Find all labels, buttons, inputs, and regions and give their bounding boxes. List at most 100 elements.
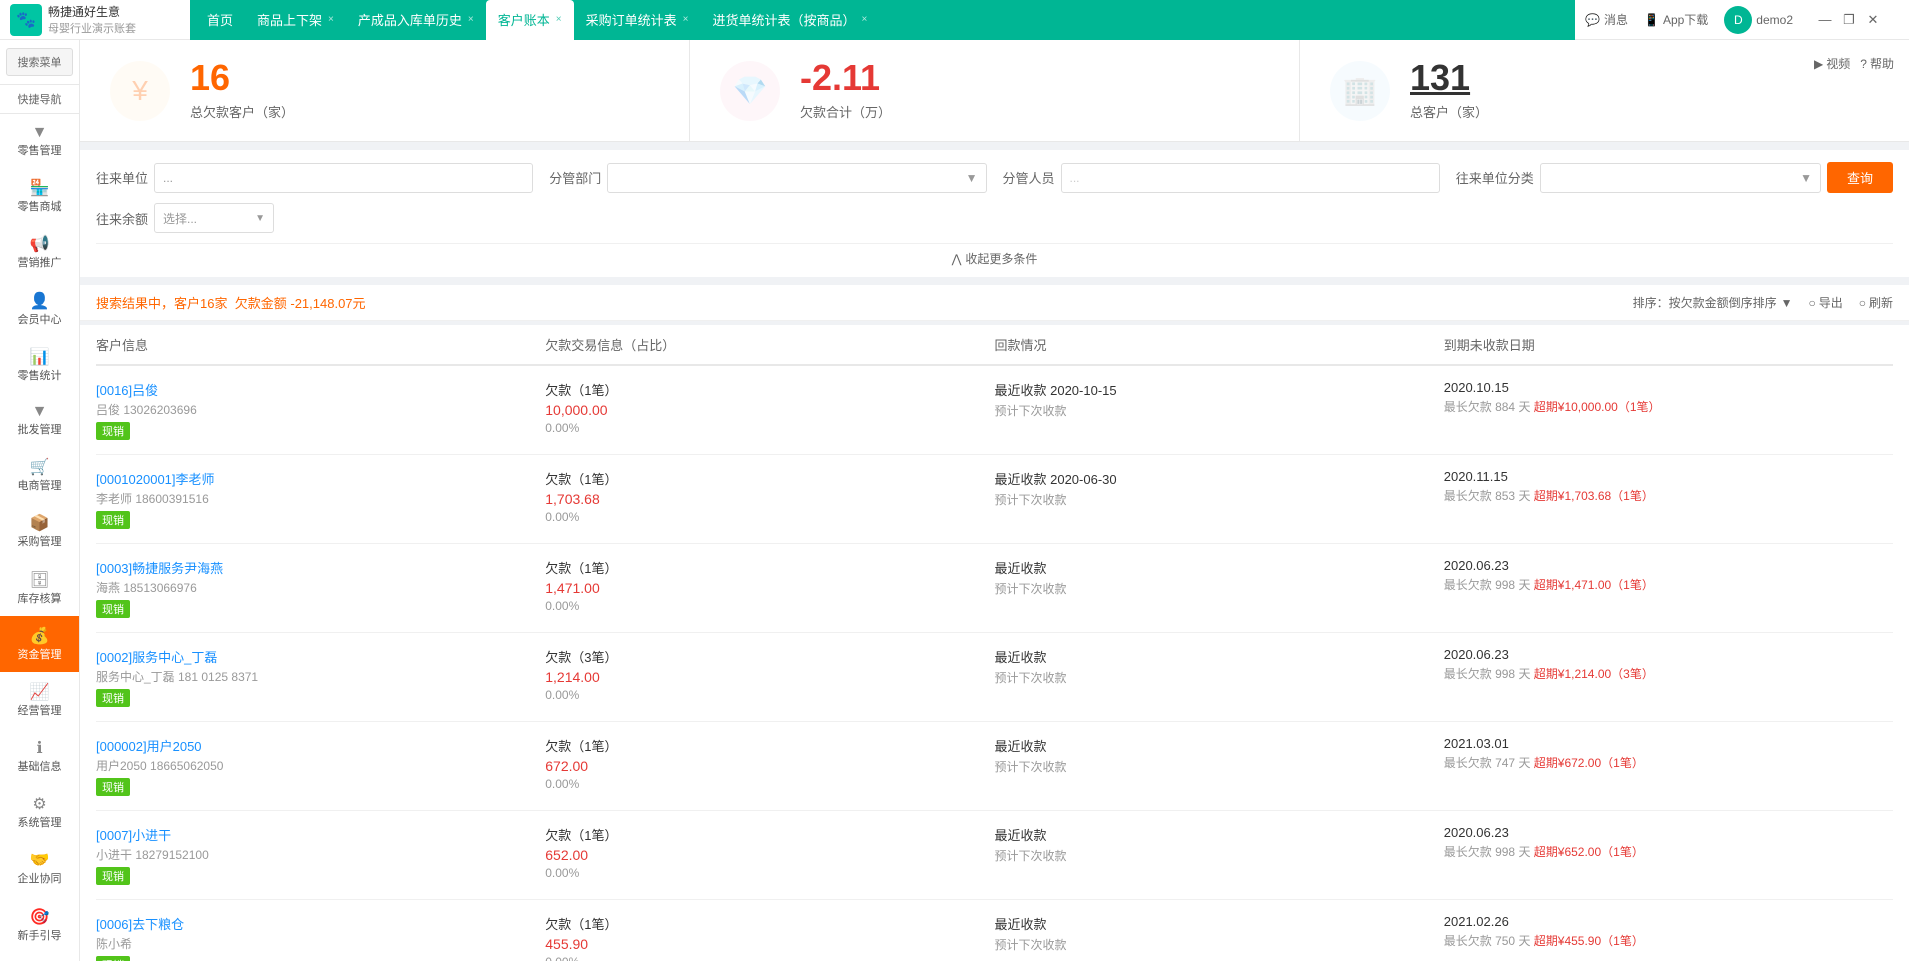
- overdue-link[interactable]: 超期¥672.00（1笔）: [1534, 756, 1644, 770]
- collapse-btn[interactable]: ⋀ 收起更多条件: [96, 243, 1893, 273]
- sidebar-item-零售商城[interactable]: 🏪零售商城: [0, 168, 79, 224]
- video-btn[interactable]: ▶ 视频: [1814, 55, 1850, 72]
- tab-产成品入库单历史[interactable]: 产成品入库单历史×: [346, 0, 486, 40]
- sidebar-item-新手引导[interactable]: 🎯新手引导: [0, 897, 79, 953]
- table-row: [0016]吕俊 吕俊 13026203696 现销 欠款（1笔） 10,000…: [96, 366, 1893, 455]
- tab-close-icon[interactable]: ×: [683, 14, 689, 25]
- customer-name[interactable]: [0016]吕俊: [96, 380, 545, 399]
- minimize-btn[interactable]: —: [1815, 10, 1835, 30]
- sidebar-icon: 📦: [30, 513, 50, 533]
- debt-customers-number: 16: [190, 60, 294, 96]
- tab-首页[interactable]: 首页: [195, 0, 245, 40]
- sidebar-item-基础信息[interactable]: ℹ基础信息: [0, 728, 79, 784]
- app-download-btn[interactable]: 📱 App下载: [1644, 11, 1708, 28]
- tab-close-icon[interactable]: ×: [468, 14, 474, 25]
- logo-sub: 母婴行业演示账套: [48, 20, 136, 36]
- customer-tag: 现销: [96, 511, 130, 529]
- user-info[interactable]: D demo2: [1724, 6, 1793, 34]
- search-menu-btn[interactable]: 搜索菜单: [6, 48, 73, 76]
- query-button[interactable]: 查询: [1827, 162, 1893, 193]
- results-text: 搜索结果中，客户16家 欠款金额 -21,148.07元: [96, 293, 366, 312]
- overdue-link[interactable]: 超期¥652.00（1笔）: [1534, 845, 1644, 859]
- from-unit-input[interactable]: ...: [154, 163, 533, 193]
- sidebar-search[interactable]: 搜索菜单: [0, 40, 79, 85]
- customer-info-cell: [0006]去下粮仓 陈小希 现销: [96, 914, 545, 961]
- sidebar-label: 零售统计: [18, 370, 62, 383]
- sidebar-item-系统管理[interactable]: ⚙系统管理: [0, 784, 79, 840]
- overdue-link[interactable]: 超期¥1,703.68（1笔）: [1534, 489, 1654, 503]
- quick-nav[interactable]: 快捷导航: [0, 85, 79, 114]
- debt-info-cell: 欠款（1笔） 10,000.00 0.00%: [545, 380, 994, 435]
- overdue-link[interactable]: 超期¥1,214.00（3笔）: [1534, 667, 1654, 681]
- window-controls: — ❐ ✕: [1809, 10, 1889, 30]
- close-btn[interactable]: ✕: [1863, 10, 1883, 30]
- sidebar-icon: 🏪: [30, 178, 50, 198]
- sidebar-item-零售管理[interactable]: ▼零售管理: [0, 114, 79, 168]
- due-date: 2020.11.15: [1444, 469, 1893, 484]
- due-date: 2021.02.26: [1444, 914, 1893, 929]
- sidebar-item-经营管理[interactable]: 📈经营管理: [0, 672, 79, 728]
- sidebar-item-企业协同[interactable]: 🤝企业协同: [0, 840, 79, 896]
- tab-客户账本[interactable]: 客户账本×: [486, 0, 574, 40]
- debt-info-cell: 欠款（3笔） 1,214.00 0.00%: [545, 647, 994, 702]
- overdue-link[interactable]: 超期¥10,000.00（1笔）: [1534, 400, 1661, 414]
- tab-close-icon[interactable]: ×: [328, 14, 334, 25]
- sidebar-label: 系统管理: [18, 817, 62, 830]
- customer-info-cell: [0001020001]李老师 李老师 18600391516 现销: [96, 469, 545, 529]
- customer-name[interactable]: [0001020001]李老师: [96, 469, 545, 488]
- sidebar-item-采购管理[interactable]: 📦采购管理: [0, 503, 79, 559]
- person-input[interactable]: ...: [1061, 163, 1440, 193]
- table-header-cell: 欠款交易信息（占比）: [545, 335, 994, 354]
- sidebar-item-应用中心[interactable]: 📱应用中心: [0, 953, 79, 961]
- customer-name[interactable]: [0003]畅捷服务尹海燕: [96, 558, 545, 577]
- customer-name[interactable]: [0006]去下粮仓: [96, 914, 545, 933]
- sort-select[interactable]: 排序：按欠款金额倒序排序 ▼: [1633, 294, 1793, 311]
- total-customers-icon: 🏢: [1330, 61, 1390, 121]
- sidebar-item-会员中心[interactable]: 👤会员中心: [0, 281, 79, 337]
- debt-percent: 0.00%: [545, 421, 994, 435]
- sidebar-icon: 📈: [30, 682, 50, 702]
- sidebar-item-零售统计[interactable]: 📊 零售统计: [0, 337, 79, 393]
- due-date-cell: 2021.03.01 最长欠款 747 天 超期¥672.00（1笔）: [1444, 736, 1893, 771]
- export-btn[interactable]: ○ 导出: [1808, 294, 1842, 311]
- debt-count: 欠款（1笔）: [545, 558, 994, 577]
- sidebar-item-电商管理[interactable]: 🛒电商管理: [0, 447, 79, 503]
- next-collection: 预计下次收款: [995, 491, 1444, 508]
- customer-info-cell: [0003]畅捷服务尹海燕 海燕 18513066976 现销: [96, 558, 545, 618]
- debt-amount: 10,000.00: [545, 402, 994, 418]
- sidebar-label: 会员中心: [18, 314, 62, 327]
- next-collection: 预计下次收款: [995, 669, 1444, 686]
- tab-采购订单统计表[interactable]: 采购订单统计表×: [574, 0, 701, 40]
- filter-from-unit: 往来单位 ...: [96, 163, 533, 193]
- unit-class-input[interactable]: ▼: [1540, 163, 1821, 193]
- next-collection: 预计下次收款: [995, 402, 1444, 419]
- customer-phone: 小进干 18279152100: [96, 846, 545, 863]
- overdue-link[interactable]: 超期¥455.90（1笔）: [1534, 934, 1644, 948]
- next-collection: 预计下次收款: [995, 847, 1444, 864]
- top-bar: 🐾 畅捷通好生意 母婴行业演示账套 首页商品上下架×产成品入库单历史×客户账本×…: [0, 0, 1909, 40]
- help-btn[interactable]: ? 帮助: [1860, 55, 1894, 72]
- dept-input[interactable]: ▼: [607, 163, 986, 193]
- customer-name[interactable]: [0002]服务中心_丁磊: [96, 647, 545, 666]
- customer-name[interactable]: [000002]用户2050: [96, 736, 545, 755]
- sidebar-icon: 📊: [30, 347, 50, 367]
- table-header-cell: 到期未收款日期: [1444, 335, 1893, 354]
- messages-btn[interactable]: 💬 消息: [1585, 11, 1628, 28]
- tab-close-icon[interactable]: ×: [861, 14, 867, 25]
- tab-close-icon[interactable]: ×: [556, 14, 562, 25]
- customer-phone: 用户2050 18665062050: [96, 757, 545, 774]
- customer-name[interactable]: [0007]小进干: [96, 825, 545, 844]
- tab-商品上下架[interactable]: 商品上下架×: [245, 0, 346, 40]
- refresh-btn[interactable]: ○ 刷新: [1859, 294, 1893, 311]
- sidebar-item-营销推广[interactable]: 📢营销推广: [0, 224, 79, 280]
- restore-btn[interactable]: ❐: [1839, 10, 1859, 30]
- tab-进货单统计表（按商品）[interactable]: 进货单统计表（按商品）×: [700, 0, 879, 40]
- avatar: D: [1724, 6, 1752, 34]
- overdue-link[interactable]: 超期¥1,471.00（1笔）: [1534, 578, 1654, 592]
- balance-select[interactable]: 选择... ▼: [154, 203, 274, 233]
- sidebar-item-批发管理[interactable]: ▼批发管理: [0, 393, 79, 447]
- sidebar-item-资金管理[interactable]: 💰资金管理: [0, 616, 79, 672]
- stat-actions: ▶ 视频 ? 帮助: [1814, 55, 1894, 72]
- table-row: [0002]服务中心_丁磊 服务中心_丁磊 181 0125 8371 现销 欠…: [96, 633, 1893, 722]
- sidebar-item-库存核算[interactable]: 🗄库存核算: [0, 560, 79, 616]
